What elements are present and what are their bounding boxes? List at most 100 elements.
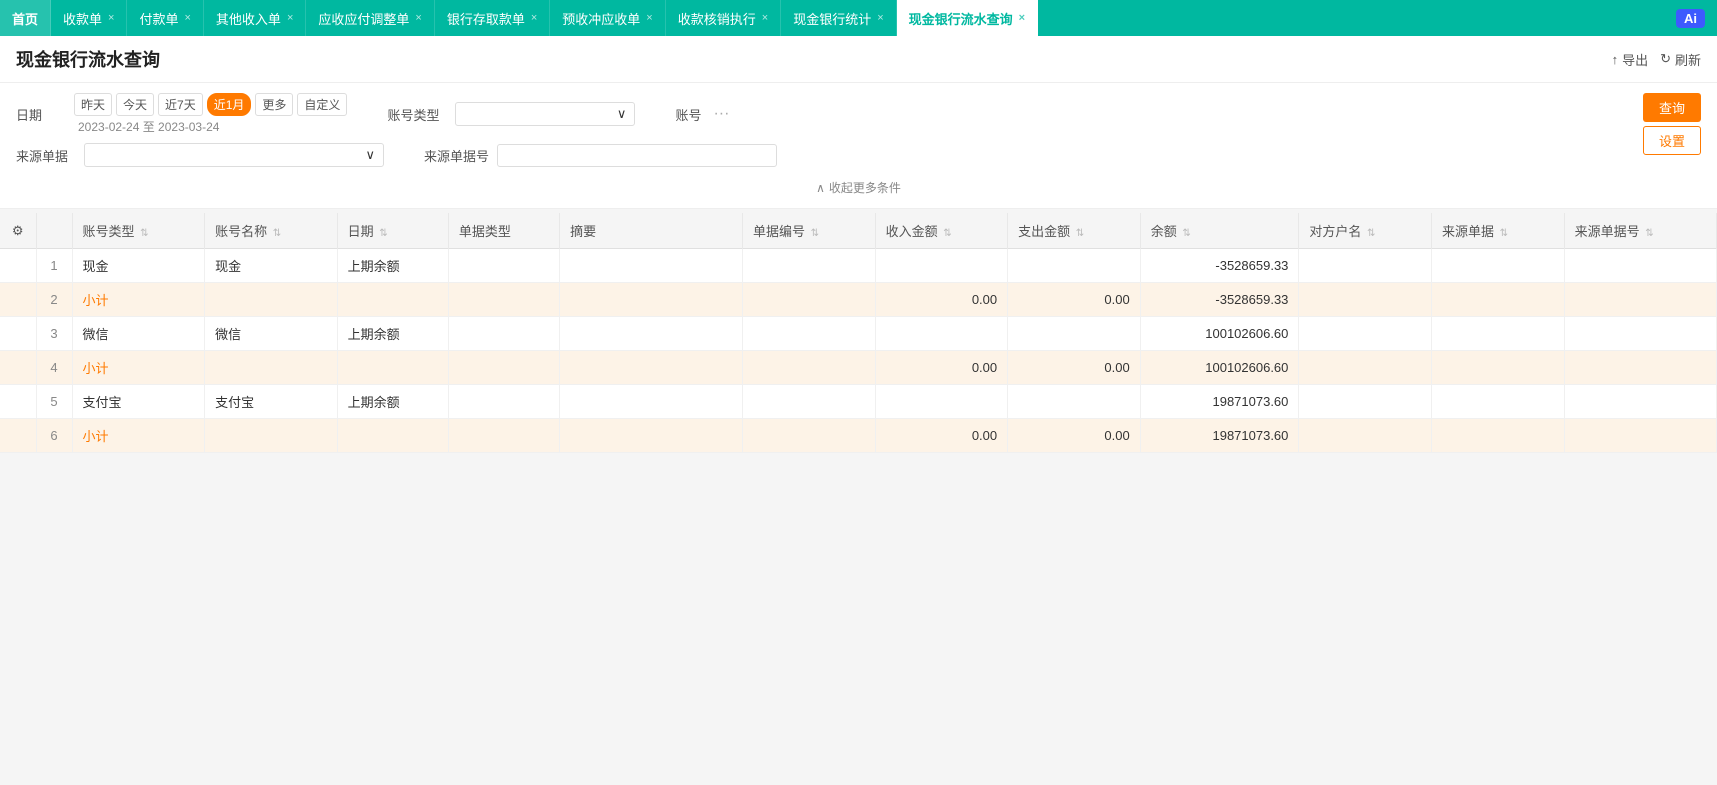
date-buttons: 昨天 今天 近7天 近1月 更多 自定义 — [74, 93, 347, 116]
table-cell: 现金 — [205, 249, 338, 283]
col-income[interactable]: 收入金额 ⇅ — [875, 213, 1008, 249]
collapse-bar[interactable]: ∧ 收起更多条件 — [16, 175, 1701, 200]
nav-item-collection-exec[interactable]: 收款核销执行 × — [666, 0, 781, 36]
table-cell: 微信 — [205, 317, 338, 351]
filter-area: 日期 昨天 今天 近7天 近1月 更多 自定义 2023-02-24 至 202… — [0, 83, 1717, 209]
table-cell: -3528659.33 — [1140, 249, 1299, 283]
table-cell — [205, 283, 338, 317]
table-cell — [1299, 317, 1432, 351]
table-cell — [1564, 385, 1716, 419]
table-cell: 0.00 — [875, 419, 1008, 453]
top-navigation: 首页 收款单 × 付款单 × 其他收入单 × 应收应付调整单 × 银行存取款单 … — [0, 0, 1717, 36]
table-cell: 19871073.60 — [1140, 419, 1299, 453]
table-cell — [1299, 283, 1432, 317]
col-source-doc[interactable]: 来源单据 ⇅ — [1431, 213, 1564, 249]
nav-item-payment[interactable]: 付款单 × — [127, 0, 203, 36]
table-cell: 2 — [36, 283, 72, 317]
table-cell — [1431, 249, 1564, 283]
date-btn-yesterday[interactable]: 昨天 — [74, 93, 112, 116]
row-gear-cell — [0, 419, 36, 453]
date-btn-7days[interactable]: 近7天 — [158, 93, 203, 116]
date-btn-today[interactable]: 今天 — [116, 93, 154, 116]
refresh-button[interactable]: ↻ 刷新 — [1660, 50, 1701, 69]
filter-row-source: 来源单据 ∨ 来源单据号 — [16, 143, 1643, 167]
table-cell: 4 — [36, 351, 72, 385]
table-cell — [742, 317, 875, 351]
table-cell — [448, 385, 559, 419]
col-account-type[interactable]: 账号类型 ⇅ — [72, 213, 205, 249]
close-payment-icon[interactable]: × — [184, 12, 190, 24]
close-other-income-icon[interactable]: × — [287, 12, 293, 24]
table-cell: 19871073.60 — [1140, 385, 1299, 419]
header-actions: ↑ 导出 ↻ 刷新 — [1612, 50, 1701, 69]
table-header-row: ⚙ 账号类型 ⇅ 账号名称 ⇅ 日期 ⇅ 单据类型 摘要 单据编号 ⇅ 收入金额… — [0, 213, 1717, 249]
export-icon: ↑ — [1612, 52, 1619, 67]
table-cell: 0.00 — [1008, 351, 1141, 385]
account-dots[interactable]: ··· — [713, 105, 729, 123]
close-cash-bank-stat-icon[interactable]: × — [877, 12, 883, 24]
table-cell: 微信 — [72, 317, 205, 351]
close-advance-offset-icon[interactable]: × — [646, 12, 652, 24]
table-row: 6小计0.000.0019871073.60 — [0, 419, 1717, 453]
nav-item-other-income[interactable]: 其他收入单 × — [204, 0, 306, 36]
date-btn-more[interactable]: 更多 — [255, 93, 293, 116]
nav-item-bank-deposit[interactable]: 银行存取款单 × — [435, 0, 550, 36]
table-cell: 上期余额 — [337, 385, 448, 419]
source-doc-no-label: 来源单据号 — [424, 146, 489, 165]
table-cell — [1564, 249, 1716, 283]
close-receipt-icon[interactable]: × — [108, 12, 114, 24]
table-cell: 100102606.60 — [1140, 351, 1299, 385]
col-gear[interactable]: ⚙ — [0, 213, 36, 249]
table-cell: 现金 — [72, 249, 205, 283]
nav-item-ap-adjust[interactable]: 应收应付调整单 × — [306, 0, 434, 36]
row-gear-cell — [0, 317, 36, 351]
table-cell — [1431, 419, 1564, 453]
table-cell — [1299, 419, 1432, 453]
col-doc-no[interactable]: 单据编号 ⇅ — [742, 213, 875, 249]
close-collection-exec-icon[interactable]: × — [762, 12, 768, 24]
table-cell — [560, 317, 743, 351]
table-cell — [448, 283, 559, 317]
table-cell — [875, 317, 1008, 351]
nav-item-cash-bank-flow[interactable]: 现金银行流水查询 × — [897, 0, 1038, 36]
col-source-doc-no[interactable]: 来源单据号 ⇅ — [1564, 213, 1716, 249]
col-date[interactable]: 日期 ⇅ — [337, 213, 448, 249]
close-cash-bank-flow-icon[interactable]: × — [1019, 12, 1025, 24]
table-cell — [560, 351, 743, 385]
table-cell — [205, 419, 338, 453]
col-account-name[interactable]: 账号名称 ⇅ — [205, 213, 338, 249]
table-cell — [1564, 351, 1716, 385]
row-gear-cell — [0, 283, 36, 317]
export-button[interactable]: ↑ 导出 — [1612, 50, 1649, 69]
col-expense[interactable]: 支出金额 ⇅ — [1008, 213, 1141, 249]
page-title: 现金银行流水查询 — [16, 46, 160, 72]
table-cell: 上期余额 — [337, 249, 448, 283]
source-doc-chevron-icon: ∨ — [365, 147, 375, 163]
nav-item-advance-offset[interactable]: 预收冲应收单 × — [550, 0, 665, 36]
nav-item-receipt[interactable]: 收款单 × — [51, 0, 127, 36]
table-cell — [448, 249, 559, 283]
account-type-select[interactable]: ∨ — [455, 102, 635, 126]
nav-item-home[interactable]: 首页 — [0, 0, 51, 36]
close-bank-deposit-icon[interactable]: × — [531, 12, 537, 24]
table-cell — [1299, 351, 1432, 385]
table-cell — [1431, 351, 1564, 385]
source-doc-no-input[interactable] — [497, 144, 777, 167]
date-btn-custom[interactable]: 自定义 — [297, 93, 347, 116]
table-cell: 小计 — [72, 351, 205, 385]
col-balance[interactable]: 余额 ⇅ — [1140, 213, 1299, 249]
col-counterparty[interactable]: 对方户名 ⇅ — [1299, 213, 1432, 249]
table-cell: 5 — [36, 385, 72, 419]
close-ap-adjust-icon[interactable]: × — [415, 12, 421, 24]
refresh-icon: ↻ — [1660, 51, 1671, 67]
date-btn-1month[interactable]: 近1月 — [207, 93, 252, 116]
table-body: 1现金现金上期余额-3528659.332小计0.000.00-3528659.… — [0, 249, 1717, 453]
source-doc-select[interactable]: ∨ — [84, 143, 384, 167]
ai-badge[interactable]: Ai — [1676, 9, 1705, 28]
collapse-icon: ∧ — [816, 181, 825, 195]
table-row: 1现金现金上期余额-3528659.33 — [0, 249, 1717, 283]
nav-item-cash-bank-stat[interactable]: 现金银行统计 × — [781, 0, 896, 36]
col-seq — [36, 213, 72, 249]
query-button[interactable]: 查询 — [1643, 93, 1701, 122]
settings-button[interactable]: 设置 — [1643, 126, 1701, 155]
